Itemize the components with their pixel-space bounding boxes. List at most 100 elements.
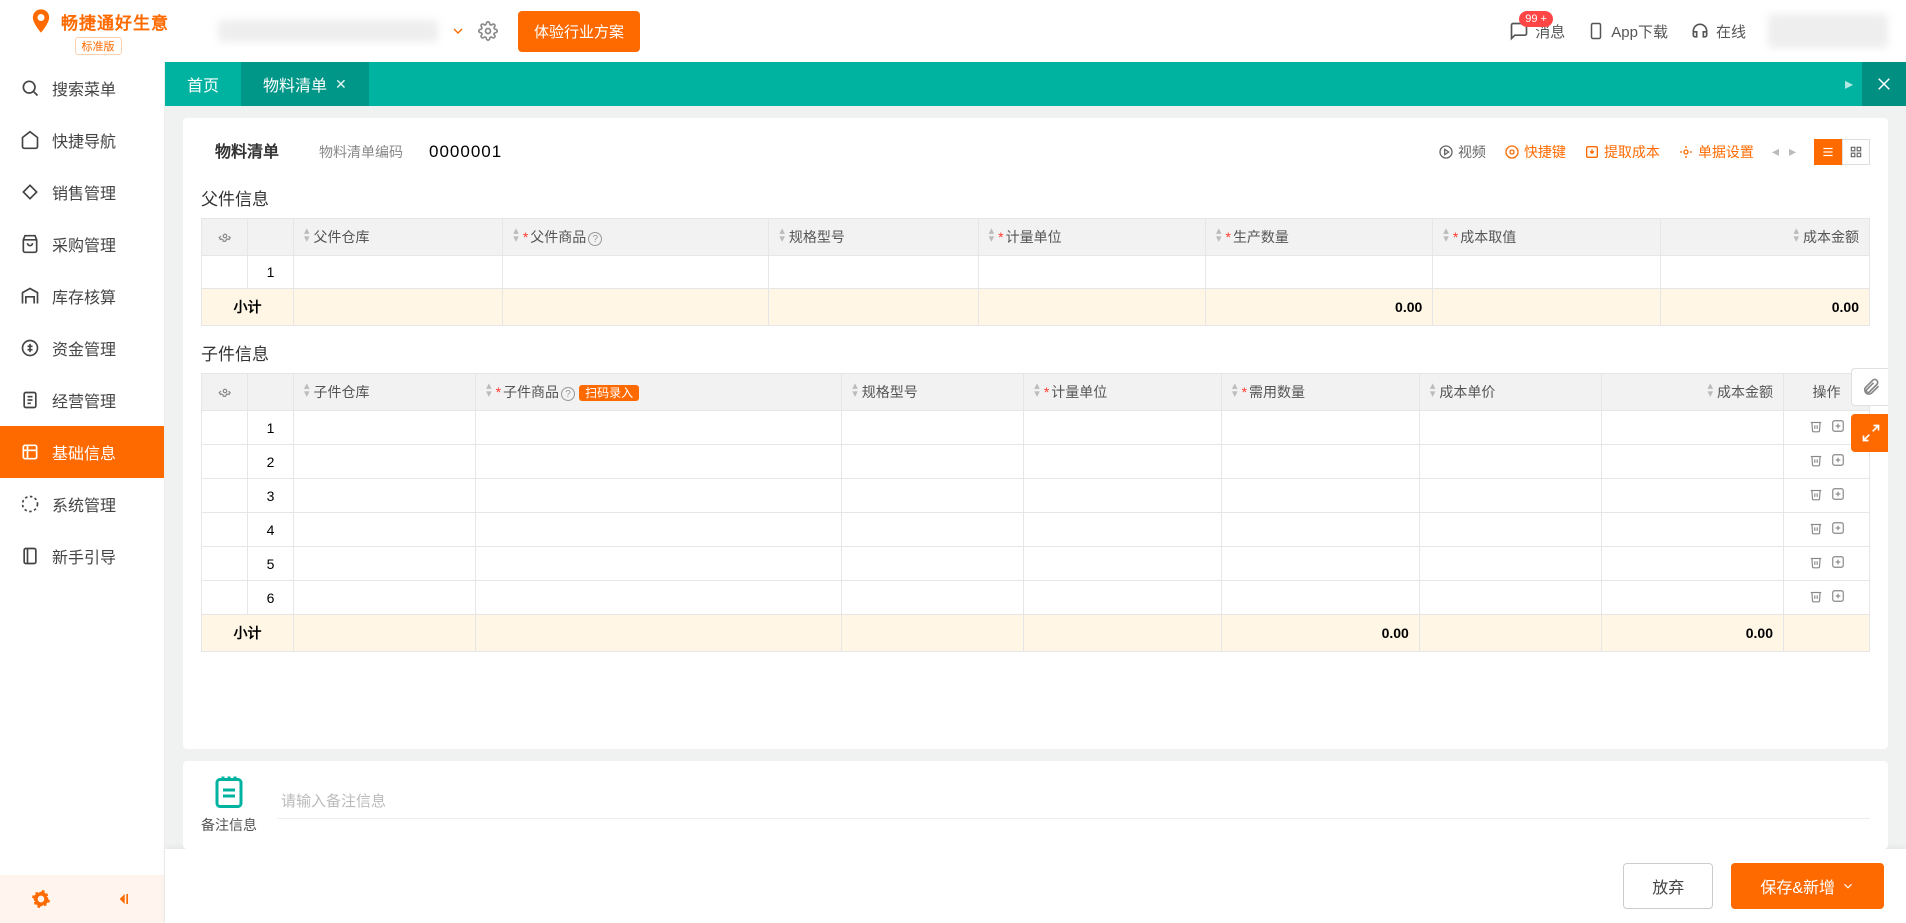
cell[interactable] (294, 256, 503, 289)
cell[interactable] (1419, 445, 1601, 479)
delete-row-icon[interactable] (1809, 590, 1823, 606)
cell[interactable] (1419, 581, 1601, 615)
cell[interactable] (842, 513, 1024, 547)
cell[interactable] (1419, 479, 1601, 513)
col-parent-costamt[interactable]: ▴▾成本金额 (1660, 219, 1869, 256)
collapse-sidebar-icon[interactable] (113, 889, 133, 909)
table-row[interactable]: 6 (202, 581, 1870, 615)
cell[interactable] (1419, 411, 1601, 445)
cell[interactable] (294, 479, 476, 513)
tab-home[interactable]: 首页 (165, 62, 241, 106)
cell[interactable] (1222, 479, 1420, 513)
cell[interactable] (294, 513, 476, 547)
cell[interactable] (476, 479, 842, 513)
prev-record-icon[interactable]: ◂ (1772, 143, 1779, 160)
fullscreen-button[interactable] (1851, 414, 1888, 452)
col-child-costamt[interactable]: ▴▾成本金额 (1601, 374, 1783, 411)
gear-icon[interactable] (31, 889, 51, 909)
cell[interactable] (1222, 581, 1420, 615)
delete-row-icon[interactable] (1809, 420, 1823, 436)
table-row[interactable]: 2 (202, 445, 1870, 479)
col-child-spec[interactable]: ▴▾规格型号 (842, 374, 1024, 411)
col-parent-spec[interactable]: ▴▾规格型号 (769, 219, 978, 256)
cell[interactable] (1601, 479, 1783, 513)
sidebar-item-quicknav[interactable]: 快捷导航 (0, 114, 164, 166)
tab-scroll-right-icon[interactable]: ▸ (1836, 62, 1862, 106)
cell[interactable] (1024, 479, 1222, 513)
org-settings-icon[interactable] (478, 21, 498, 41)
cell[interactable] (1601, 581, 1783, 615)
col-parent-qty[interactable]: ▴▾*生产数量 (1205, 219, 1432, 256)
delete-row-icon[interactable] (1809, 556, 1823, 572)
close-tab-icon[interactable]: ✕ (335, 76, 347, 93)
attachment-button[interactable] (1851, 368, 1888, 406)
cell[interactable] (842, 445, 1024, 479)
app-download-link[interactable]: App下载 (1587, 21, 1668, 42)
cell[interactable] (1222, 445, 1420, 479)
table-row[interactable]: 1 (202, 411, 1870, 445)
add-row-icon[interactable] (1831, 590, 1845, 606)
cell[interactable] (769, 256, 978, 289)
user-avatar-redacted[interactable] (1768, 14, 1888, 48)
cell[interactable] (1601, 547, 1783, 581)
cell[interactable] (476, 513, 842, 547)
col-child-qty[interactable]: ▴▾*需用数量 (1222, 374, 1420, 411)
delete-row-icon[interactable] (1809, 488, 1823, 504)
scan-input-tag[interactable]: 扫码录入 (579, 385, 639, 401)
sidebar-item-operation[interactable]: 经营管理 (0, 374, 164, 426)
cell[interactable] (476, 581, 842, 615)
cell[interactable] (842, 411, 1024, 445)
cell[interactable] (1205, 256, 1432, 289)
sidebar-item-finance[interactable]: 资金管理 (0, 322, 164, 374)
delete-row-icon[interactable] (1809, 522, 1823, 538)
tool-video[interactable]: 视频 (1438, 142, 1486, 162)
cell[interactable] (1024, 411, 1222, 445)
cell[interactable] (1601, 513, 1783, 547)
tool-extract-cost[interactable]: 提取成本 (1584, 142, 1660, 162)
cell[interactable] (476, 411, 842, 445)
sidebar-item-search[interactable]: 搜索菜单 (0, 62, 164, 114)
tool-doc-config[interactable]: 单据设置 (1678, 142, 1754, 162)
cell[interactable] (1601, 411, 1783, 445)
col-child-price[interactable]: ▴▾成本单价 (1419, 374, 1601, 411)
sidebar-item-basicinfo[interactable]: 基础信息 (0, 426, 164, 478)
table-row[interactable]: 3 (202, 479, 1870, 513)
cell[interactable] (1222, 411, 1420, 445)
add-row-icon[interactable] (1831, 454, 1845, 470)
col-config[interactable] (202, 374, 248, 411)
cell[interactable] (1222, 513, 1420, 547)
col-parent-wh[interactable]: ▴▾父件仓库 (294, 219, 503, 256)
table-row[interactable]: 1 (202, 256, 1870, 289)
cell[interactable] (1419, 513, 1601, 547)
tab-bom[interactable]: 物料清单 ✕ (241, 62, 369, 106)
cell[interactable] (978, 256, 1205, 289)
sidebar-item-inventory[interactable]: 库存核算 (0, 270, 164, 322)
remark-input[interactable] (277, 775, 1870, 819)
col-parent-costfrom[interactable]: ▴▾*成本取值 (1433, 219, 1660, 256)
cell[interactable] (1660, 256, 1869, 289)
cell[interactable] (842, 581, 1024, 615)
help-icon[interactable]: ? (588, 232, 602, 246)
cell[interactable] (1419, 547, 1601, 581)
sidebar-item-guide[interactable]: 新手引导 (0, 530, 164, 582)
cell[interactable] (1024, 445, 1222, 479)
col-child-wh[interactable]: ▴▾子件仓库 (294, 374, 476, 411)
cell[interactable] (1601, 445, 1783, 479)
cell[interactable] (294, 581, 476, 615)
add-row-icon[interactable] (1831, 420, 1845, 436)
cell[interactable] (476, 547, 842, 581)
col-parent-item[interactable]: ▴▾*父件商品? (503, 219, 769, 256)
cell[interactable] (842, 547, 1024, 581)
sidebar-item-purchase[interactable]: 采购管理 (0, 218, 164, 270)
table-row[interactable]: 4 (202, 513, 1870, 547)
view-list-icon[interactable] (1814, 139, 1842, 165)
tool-shortcut[interactable]: 快捷键 (1504, 142, 1566, 162)
col-child-uom[interactable]: ▴▾*计量单位 (1024, 374, 1222, 411)
cell[interactable] (503, 256, 769, 289)
save-and-new-button[interactable]: 保存&新增 (1731, 863, 1884, 909)
cell[interactable] (476, 445, 842, 479)
view-grid-icon[interactable] (1842, 139, 1870, 165)
cell[interactable] (1024, 581, 1222, 615)
add-row-icon[interactable] (1831, 488, 1845, 504)
sidebar-item-sales[interactable]: 销售管理 (0, 166, 164, 218)
